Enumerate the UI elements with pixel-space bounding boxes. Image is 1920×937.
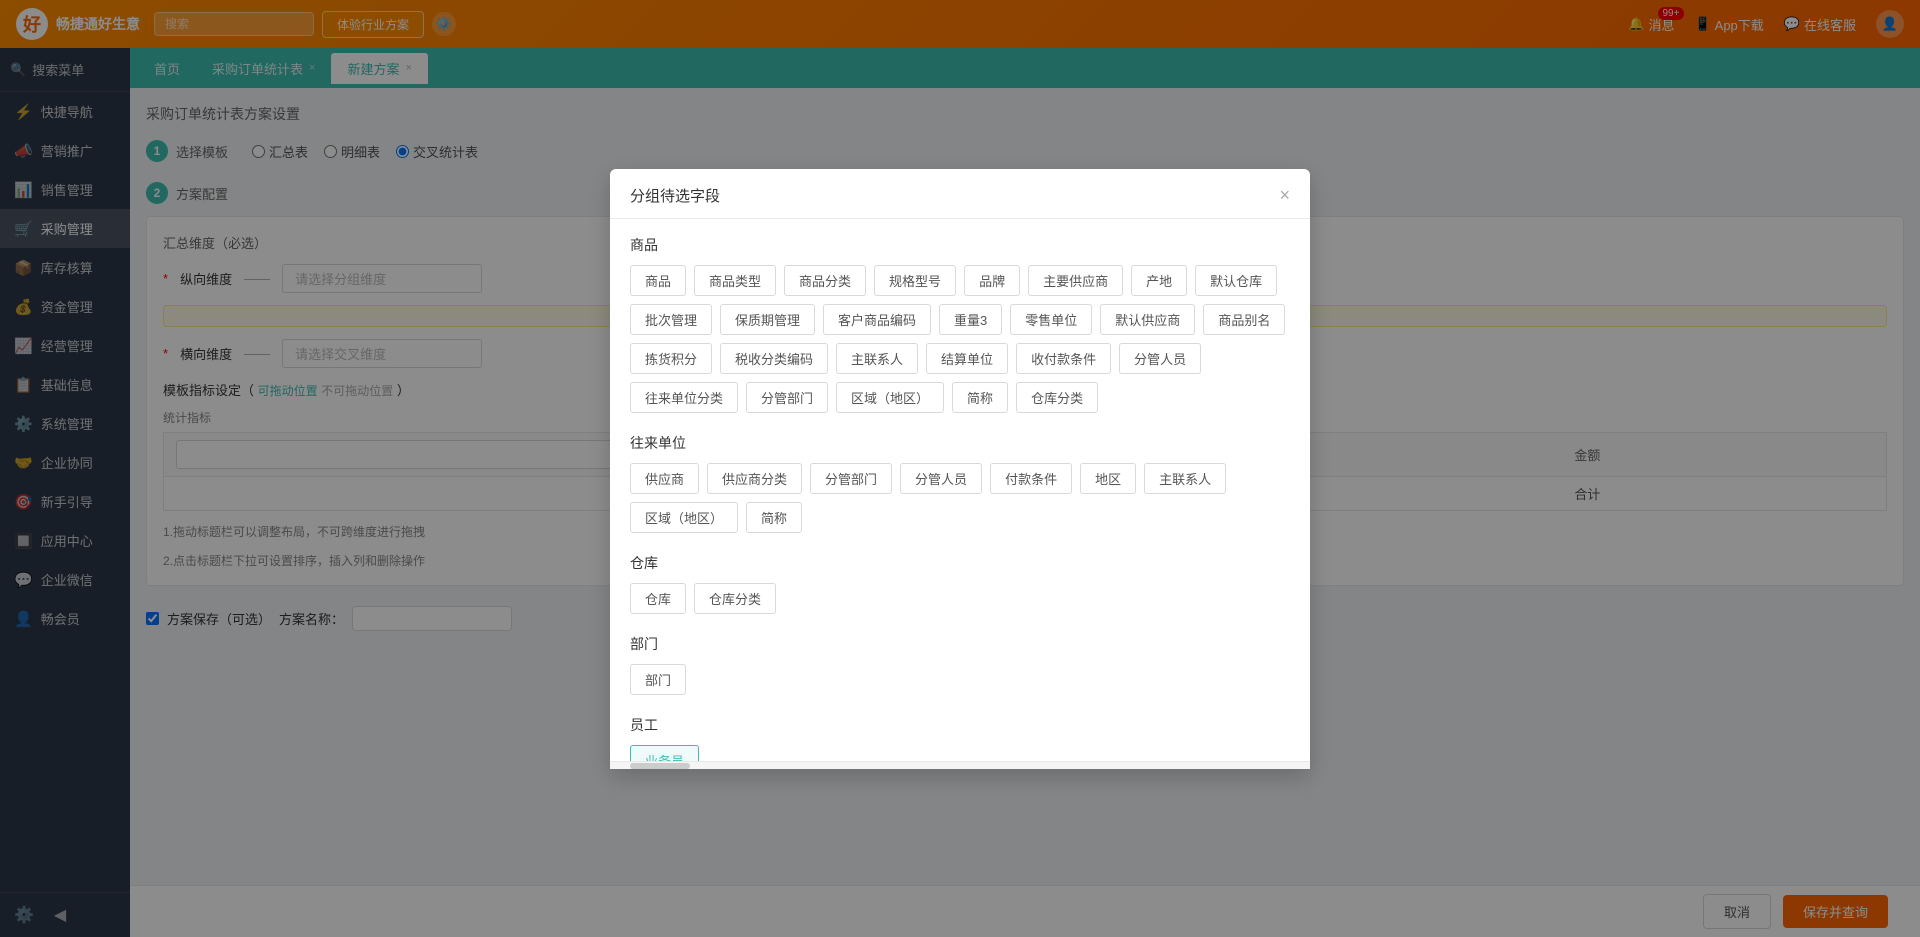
field-tag-employee-0[interactable]: 业务员 [630,745,699,761]
field-tags-goods: 商品商品类型商品分类规格型号品牌主要供应商产地默认仓库批次管理保质期管理客户商品… [630,265,1290,413]
field-tag-goods-14[interactable]: 商品别名 [1203,304,1285,335]
field-tag-department-0[interactable]: 部门 [630,664,686,695]
field-tag-goods-22[interactable]: 分管部门 [746,382,828,413]
field-tag-goods-7[interactable]: 默认仓库 [1195,265,1277,296]
field-tag-goods-19[interactable]: 收付款条件 [1016,343,1111,374]
field-tag-goods-11[interactable]: 重量3 [939,304,1002,335]
field-tag-goods-6[interactable]: 产地 [1131,265,1187,296]
field-tag-goods-10[interactable]: 客户商品编码 [823,304,931,335]
modal-hscroll[interactable] [610,761,1310,769]
field-tag-goods-13[interactable]: 默认供应商 [1100,304,1195,335]
section-title-warehouse: 仓库 [630,553,1290,573]
field-tag-goods-4[interactable]: 品牌 [964,265,1020,296]
field-tag-goods-16[interactable]: 税收分类编码 [720,343,828,374]
field-tag-goods-3[interactable]: 规格型号 [874,265,956,296]
field-tag-goods-12[interactable]: 零售单位 [1010,304,1092,335]
field-tags-department: 部门 [630,664,1290,695]
section-title-goods: 商品 [630,235,1290,255]
section-warehouse: 仓库仓库仓库分类 [630,553,1290,614]
section-title-partner: 往来单位 [630,433,1290,453]
field-tag-goods-1[interactable]: 商品类型 [694,265,776,296]
field-tags-employee: 业务员 [630,745,1290,761]
modal-title: 分组待选字段 [630,185,720,206]
field-tag-goods-15[interactable]: 拣货积分 [630,343,712,374]
modal-close-btn[interactable]: × [1279,186,1290,204]
section-employee: 员工业务员 [630,715,1290,761]
section-title-department: 部门 [630,634,1290,654]
modal-body: 商品商品商品类型商品分类规格型号品牌主要供应商产地默认仓库批次管理保质期管理客户… [610,219,1310,761]
field-tag-partner-7[interactable]: 区域（地区） [630,502,738,533]
field-tag-partner-0[interactable]: 供应商 [630,463,699,494]
field-tag-partner-3[interactable]: 分管人员 [900,463,982,494]
hscroll-thumb [630,763,690,769]
field-tag-goods-23[interactable]: 区域（地区） [836,382,944,413]
field-tag-goods-25[interactable]: 仓库分类 [1016,382,1098,413]
field-tag-goods-0[interactable]: 商品 [630,265,686,296]
field-tag-goods-5[interactable]: 主要供应商 [1028,265,1123,296]
field-tag-goods-18[interactable]: 结算单位 [926,343,1008,374]
modal-header: 分组待选字段 × [610,169,1310,219]
section-partner: 往来单位供应商供应商分类分管部门分管人员付款条件地区主联系人区域（地区） 简称 [630,433,1290,533]
field-tag-partner-1[interactable]: 供应商分类 [707,463,802,494]
field-tag-partner-2[interactable]: 分管部门 [810,463,892,494]
field-tag-warehouse-1[interactable]: 仓库分类 [694,583,776,614]
section-goods: 商品商品商品类型商品分类规格型号品牌主要供应商产地默认仓库批次管理保质期管理客户… [630,235,1290,413]
field-tag-partner-4[interactable]: 付款条件 [990,463,1072,494]
field-tag-goods-21[interactable]: 往来单位分类 [630,382,738,413]
field-tags-partner: 供应商供应商分类分管部门分管人员付款条件地区主联系人区域（地区） 简称 [630,463,1290,533]
field-tags-warehouse: 仓库仓库分类 [630,583,1290,614]
modal-dialog: 分组待选字段 × 商品商品商品类型商品分类规格型号品牌主要供应商产地默认仓库批次… [610,169,1310,769]
field-tag-goods-17[interactable]: 主联系人 [836,343,918,374]
field-tag-goods-24[interactable]: 简称 [952,382,1008,413]
section-department: 部门部门 [630,634,1290,695]
section-title-employee: 员工 [630,715,1290,735]
field-tag-goods-9[interactable]: 保质期管理 [720,304,815,335]
field-tag-goods-20[interactable]: 分管人员 [1119,343,1201,374]
field-tag-goods-2[interactable]: 商品分类 [784,265,866,296]
field-tag-partner-6[interactable]: 主联系人 [1144,463,1226,494]
field-tag-goods-8[interactable]: 批次管理 [630,304,712,335]
field-tag-partner-5[interactable]: 地区 [1080,463,1136,494]
field-tag-warehouse-0[interactable]: 仓库 [630,583,686,614]
modal-overlay: 分组待选字段 × 商品商品商品类型商品分类规格型号品牌主要供应商产地默认仓库批次… [0,0,1920,937]
field-tag-partner-8[interactable]: 简称 [746,502,802,533]
